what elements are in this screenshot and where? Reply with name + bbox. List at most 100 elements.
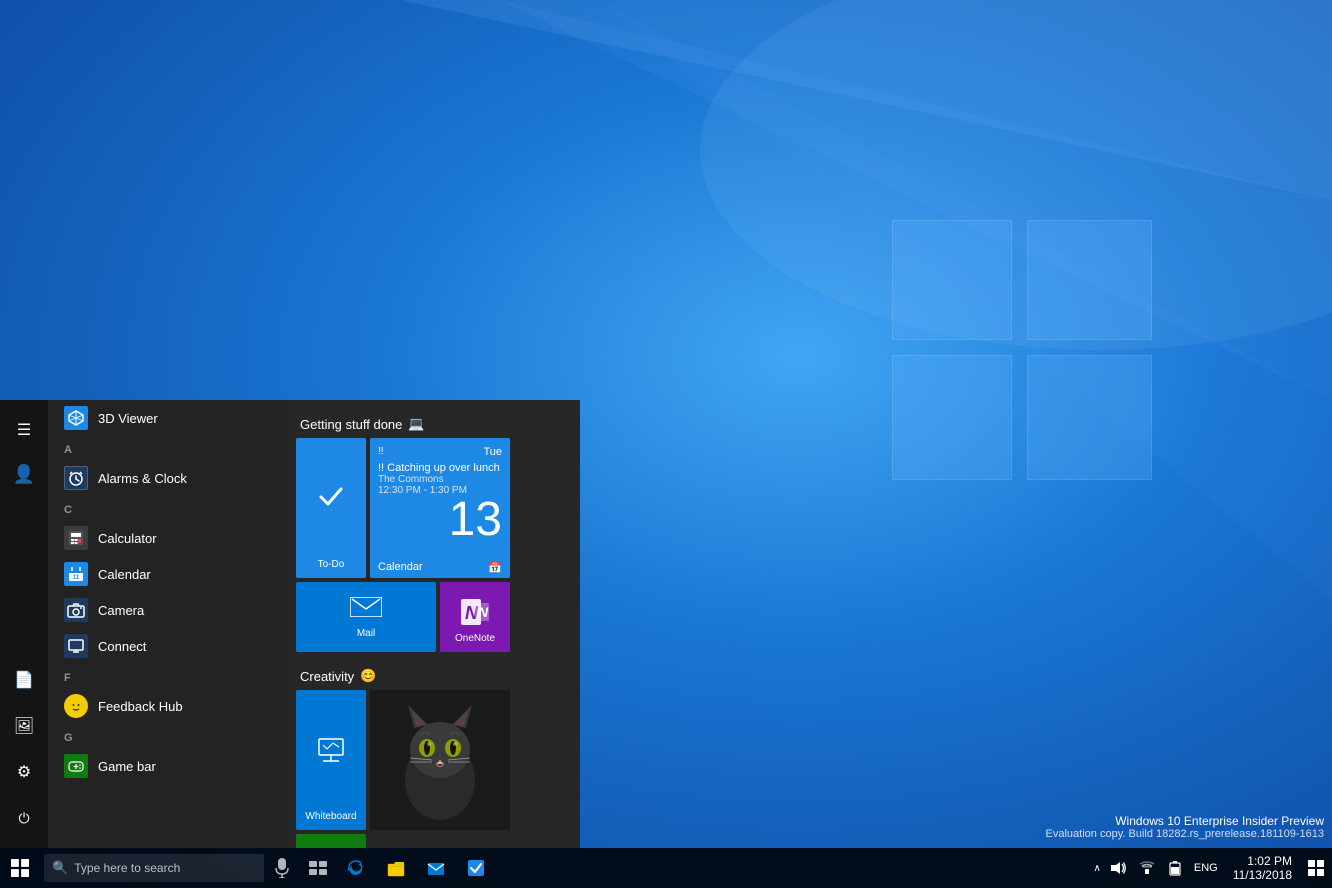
- tile-onenote[interactable]: N N OneNote: [440, 582, 510, 652]
- app-gamebar[interactable]: Game bar: [48, 748, 288, 784]
- tiles-row2: Mail N N OneNote: [296, 582, 572, 652]
- volume-icon: [1111, 861, 1127, 875]
- pinned-edge[interactable]: [336, 848, 376, 888]
- start-menu: ☰ 👤 📄 🖼 ⚙ ⏻: [0, 400, 580, 848]
- letter-a: A: [48, 436, 288, 460]
- app-calculator[interactable]: Calculator: [48, 520, 288, 556]
- camera-label: Camera: [98, 603, 144, 618]
- calendar-tile-footer: Calendar 📅: [378, 561, 502, 574]
- cat-photo-svg: [370, 690, 510, 830]
- logo-pane-tr: [1027, 220, 1152, 340]
- calendar-event-bang: !!: [378, 446, 384, 457]
- calendar-day-name: Tue: [483, 446, 502, 458]
- pictures-icon: 🖼: [14, 716, 34, 736]
- calendar-icon: 11: [64, 562, 88, 586]
- network-icon-button[interactable]: [1135, 848, 1159, 888]
- eval-line1: Windows 10 Enterprise Insider Preview: [1046, 814, 1324, 828]
- tiles-group2-emoji: 😊: [360, 668, 376, 684]
- pinned-apps: [336, 848, 496, 888]
- documents-button[interactable]: 📄: [0, 658, 48, 702]
- tiles-group2-header: Creativity 😊: [296, 660, 572, 690]
- taskbar-right: ∧: [1088, 848, 1332, 888]
- tiles-area: Getting stuff done 💻 To-Do: [288, 400, 580, 848]
- 3dviewer-label: 3D Viewer: [98, 411, 158, 426]
- documents-icon: 📄: [14, 670, 34, 690]
- todo-tile-label: To-Do: [318, 559, 345, 570]
- letter-g: G: [48, 724, 288, 748]
- pictures-button[interactable]: 🖼: [0, 704, 48, 748]
- tile-cat-photo[interactable]: [370, 690, 510, 830]
- user-account-button[interactable]: 👤: [0, 452, 48, 496]
- app-alarms[interactable]: Alarms & Clock: [48, 460, 288, 496]
- camera-icon: [64, 598, 88, 622]
- pinned-mail[interactable]: [416, 848, 456, 888]
- tile-todo[interactable]: To-Do: [296, 438, 366, 578]
- logo-pane-bl: [892, 355, 1012, 480]
- gamebar-label: Game bar: [98, 759, 156, 774]
- calendar-tile-header: !! Tue: [370, 438, 510, 462]
- mail-envelope-icon: [350, 596, 382, 624]
- letter-f: F: [48, 664, 288, 688]
- calculator-label: Calculator: [98, 531, 157, 546]
- language-button[interactable]: ENG: [1191, 848, 1221, 888]
- app-camera[interactable]: Camera: [48, 592, 288, 628]
- taskbar: 🔍 Type here to search: [0, 848, 1332, 888]
- search-icon: 🔍: [52, 860, 68, 876]
- onenote-logo: N N: [455, 591, 495, 631]
- settings-button[interactable]: ⚙: [0, 750, 48, 794]
- letter-c: C: [48, 496, 288, 520]
- tile-gamebar[interactable]: Game bar: [296, 834, 366, 848]
- user-icon: 👤: [13, 464, 35, 485]
- tiles-row3: Whiteboard: [296, 690, 572, 830]
- pinned-file-explorer[interactable]: [376, 848, 416, 888]
- app-calendar[interactable]: 11 Calendar: [48, 556, 288, 592]
- power-button[interactable]: ⏻: [0, 796, 48, 840]
- power-indicator-button[interactable]: [1163, 848, 1187, 888]
- notification-center-button[interactable]: [1300, 848, 1332, 888]
- start-button[interactable]: [0, 848, 40, 888]
- feedback-label: Feedback Hub: [98, 699, 183, 714]
- cortana-button[interactable]: [264, 850, 300, 886]
- pinned-todo[interactable]: [456, 848, 496, 888]
- taskbar-time: 1:02 PM: [1247, 854, 1292, 868]
- tiles-group2-title: Creativity: [300, 669, 354, 684]
- whiteboard-icon-svg: [313, 731, 349, 767]
- tile-whiteboard[interactable]: Whiteboard: [296, 690, 366, 830]
- calendar-day-number: 13: [370, 496, 510, 544]
- taskbar-clock[interactable]: 1:02 PM 11/13/2018: [1225, 848, 1300, 888]
- app-connect[interactable]: Connect: [48, 628, 288, 664]
- taskbar-search[interactable]: 🔍 Type here to search: [44, 854, 264, 882]
- tile-calendar[interactable]: !! Tue !! Catching up over lunch The Com…: [370, 438, 510, 578]
- todo-checkmark: [313, 479, 349, 515]
- microphone-icon: [275, 858, 289, 878]
- eval-line2: Evaluation copy. Build 18282.rs_prerelea…: [1046, 828, 1324, 840]
- tiles-row1: To-Do !! Tue !! Catching up over lunch T…: [296, 438, 572, 578]
- tiles-group1-header: Getting stuff done 💻: [296, 408, 572, 438]
- tray-expand-button[interactable]: ∧: [1092, 863, 1103, 874]
- search-placeholder: Type here to search: [74, 861, 180, 875]
- mail-icon-svg: [350, 597, 382, 617]
- tiles-group1-title: Getting stuff done: [300, 417, 402, 432]
- mail-tile-label: Mail: [357, 628, 375, 639]
- todo-taskbar-icon: [467, 859, 485, 877]
- logo-pane-tl: [892, 220, 1012, 340]
- calculator-icon: [64, 526, 88, 550]
- connect-icon: [64, 634, 88, 658]
- app-feedback[interactable]: Feedback Hub: [48, 688, 288, 724]
- evaluation-text: Windows 10 Enterprise Insider Preview Ev…: [1046, 814, 1324, 840]
- calendar-event-title: !! Catching up over lunch: [370, 462, 510, 474]
- hamburger-button[interactable]: ☰: [0, 408, 48, 452]
- task-view-button[interactable]: [300, 850, 336, 886]
- volume-icon-button[interactable]: [1107, 848, 1131, 888]
- task-view-icon: [309, 861, 327, 875]
- tile-mail[interactable]: Mail: [296, 582, 436, 652]
- edge-icon: [347, 859, 365, 877]
- gamebar-icon: [64, 754, 88, 778]
- power-icon: ⏻: [18, 810, 29, 827]
- language-label: ENG: [1194, 862, 1218, 874]
- 3dviewer-icon: [64, 406, 88, 430]
- app-3dviewer[interactable]: 3D Viewer: [48, 400, 288, 436]
- calendar-event-location: The Commons: [370, 474, 510, 485]
- windows-start-icon: [11, 859, 29, 877]
- whiteboard-tile-label: Whiteboard: [305, 811, 356, 822]
